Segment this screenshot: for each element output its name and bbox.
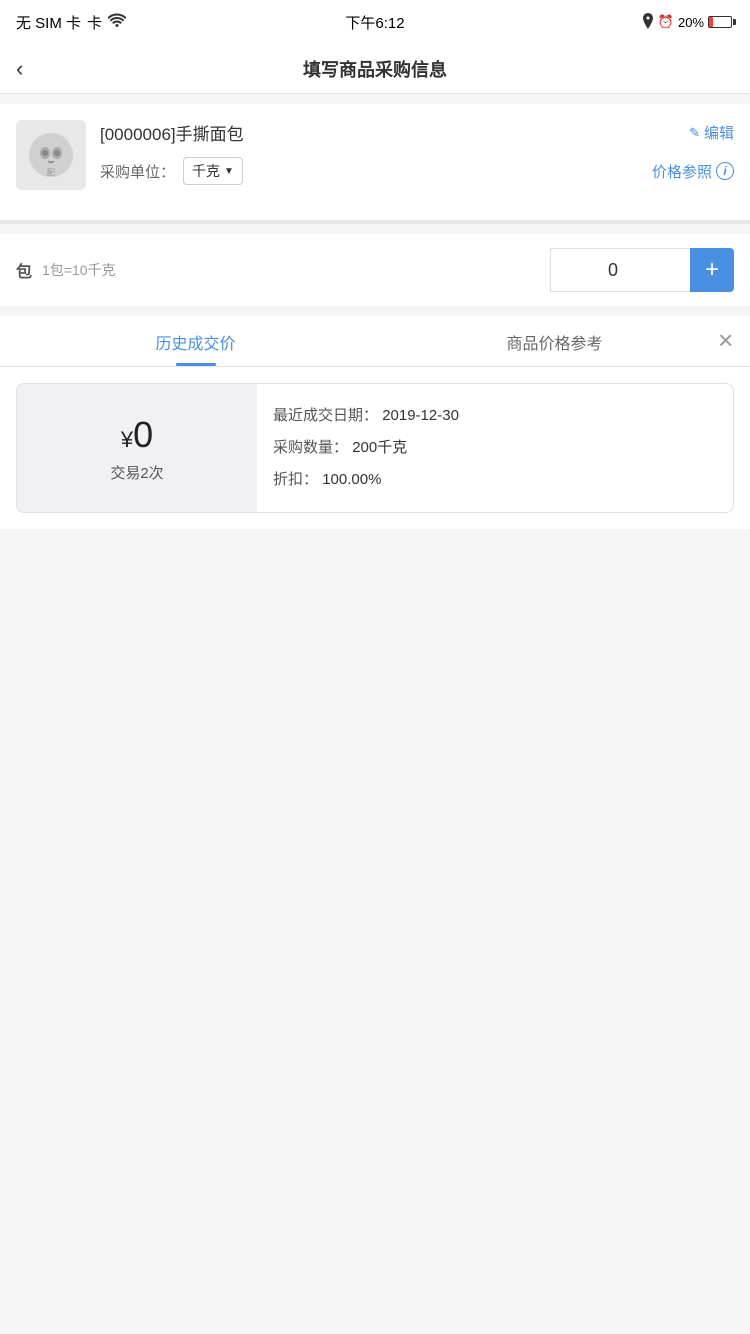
- quantity-input-group: +: [550, 248, 734, 292]
- discount-row: 折扣： 100.00%: [273, 468, 717, 492]
- tab-close-button[interactable]: ✕: [709, 321, 742, 362]
- wifi-icon: [108, 13, 126, 31]
- product-header: 配 [0000006]手撕面包 ✎ 编辑 采购单位： 千克 ▼: [16, 120, 734, 190]
- unit-row: 采购单位： 千克 ▼ 价格参照 i: [100, 157, 734, 185]
- edit-label: 编辑: [704, 122, 734, 143]
- section-divider: [0, 220, 750, 224]
- quantity-section: 包 1包=10千克 +: [0, 234, 750, 306]
- currency-symbol: ¥: [121, 427, 133, 452]
- edit-button[interactable]: ✎ 编辑: [689, 122, 734, 143]
- svg-text:配: 配: [47, 168, 55, 177]
- trade-count: 交易2次: [110, 462, 163, 483]
- price-left: ¥0 交易2次: [17, 384, 257, 512]
- price-ref-button[interactable]: 价格参照 i: [652, 161, 734, 182]
- product-name-row: [0000006]手撕面包 ✎ 编辑: [100, 120, 734, 145]
- carrier-label: 无 SIM 卡: [16, 12, 81, 33]
- location-icon: [642, 13, 654, 32]
- product-name: [0000006]手撕面包: [100, 120, 244, 145]
- product-info: [0000006]手撕面包 ✎ 编辑 采购单位： 千克 ▼ 价格参照 i: [100, 120, 734, 185]
- price-amount: ¥0: [121, 414, 153, 456]
- help-icon: i: [716, 162, 734, 180]
- tab-bar: 历史成交价 商品价格参考 ✕: [0, 316, 750, 367]
- purchase-qty-row: 采购数量： 200千克: [273, 436, 717, 460]
- battery-percent: 20%: [678, 15, 704, 30]
- main-content: [0, 529, 750, 1129]
- chevron-down-icon: ▼: [224, 166, 234, 177]
- back-button[interactable]: ‹: [8, 48, 31, 90]
- tab-product-price-ref[interactable]: 商品价格参考: [375, 316, 734, 366]
- package-label: 包: [16, 258, 32, 282]
- discount-label: 折扣：: [273, 471, 318, 488]
- package-convert: 1包=10千克: [42, 260, 116, 280]
- sim-icon: 卡: [87, 12, 102, 33]
- nav-bar: ‹ 填写商品采购信息: [0, 44, 750, 94]
- unit-value: 千克: [192, 161, 220, 181]
- status-right: ⏰ 20%: [642, 13, 734, 32]
- alarm-icon: ⏰: [658, 14, 674, 30]
- price-right: 最近成交日期： 2019-12-30 采购数量： 200千克 折扣： 100.0…: [257, 384, 733, 512]
- quantity-label-group: 包 1包=10千克: [16, 258, 116, 282]
- unit-label: 采购单位：: [100, 161, 175, 182]
- status-left: 无 SIM 卡 卡: [16, 12, 126, 33]
- discount-value: 100.00%: [322, 471, 381, 488]
- status-time: 下午6:12: [345, 12, 404, 33]
- tab-history-price[interactable]: 历史成交价: [16, 316, 375, 366]
- price-value: 0: [133, 414, 153, 455]
- product-image: 配: [16, 120, 86, 190]
- recent-date-label: 最近成交日期：: [273, 407, 378, 424]
- recent-date-row: 最近成交日期： 2019-12-30: [273, 404, 717, 428]
- recent-date-value: 2019-12-30: [382, 407, 459, 424]
- edit-icon: ✎: [689, 125, 700, 141]
- battery-indicator: [708, 16, 734, 28]
- price-card: ¥0 交易2次 最近成交日期： 2019-12-30 采购数量： 200千克 折…: [16, 383, 734, 513]
- purchase-qty-label: 采购数量：: [273, 439, 348, 456]
- price-ref-label: 价格参照: [652, 161, 712, 182]
- quantity-input[interactable]: [550, 248, 690, 292]
- product-section: 配 [0000006]手撕面包 ✎ 编辑 采购单位： 千克 ▼: [0, 104, 750, 220]
- history-price-content: ¥0 交易2次 最近成交日期： 2019-12-30 采购数量： 200千克 折…: [0, 367, 750, 529]
- plus-button[interactable]: +: [690, 248, 734, 292]
- status-bar: 无 SIM 卡 卡 下午6:12 ⏰ 20%: [0, 0, 750, 44]
- tab-section: 历史成交价 商品价格参考 ✕ ¥0 交易2次 最近成交日期： 2019-12-3…: [0, 316, 750, 529]
- page-title: 填写商品采购信息: [303, 56, 447, 82]
- unit-group: 采购单位： 千克 ▼: [100, 157, 243, 185]
- purchase-qty-value: 200千克: [352, 439, 407, 456]
- unit-select[interactable]: 千克 ▼: [183, 157, 243, 185]
